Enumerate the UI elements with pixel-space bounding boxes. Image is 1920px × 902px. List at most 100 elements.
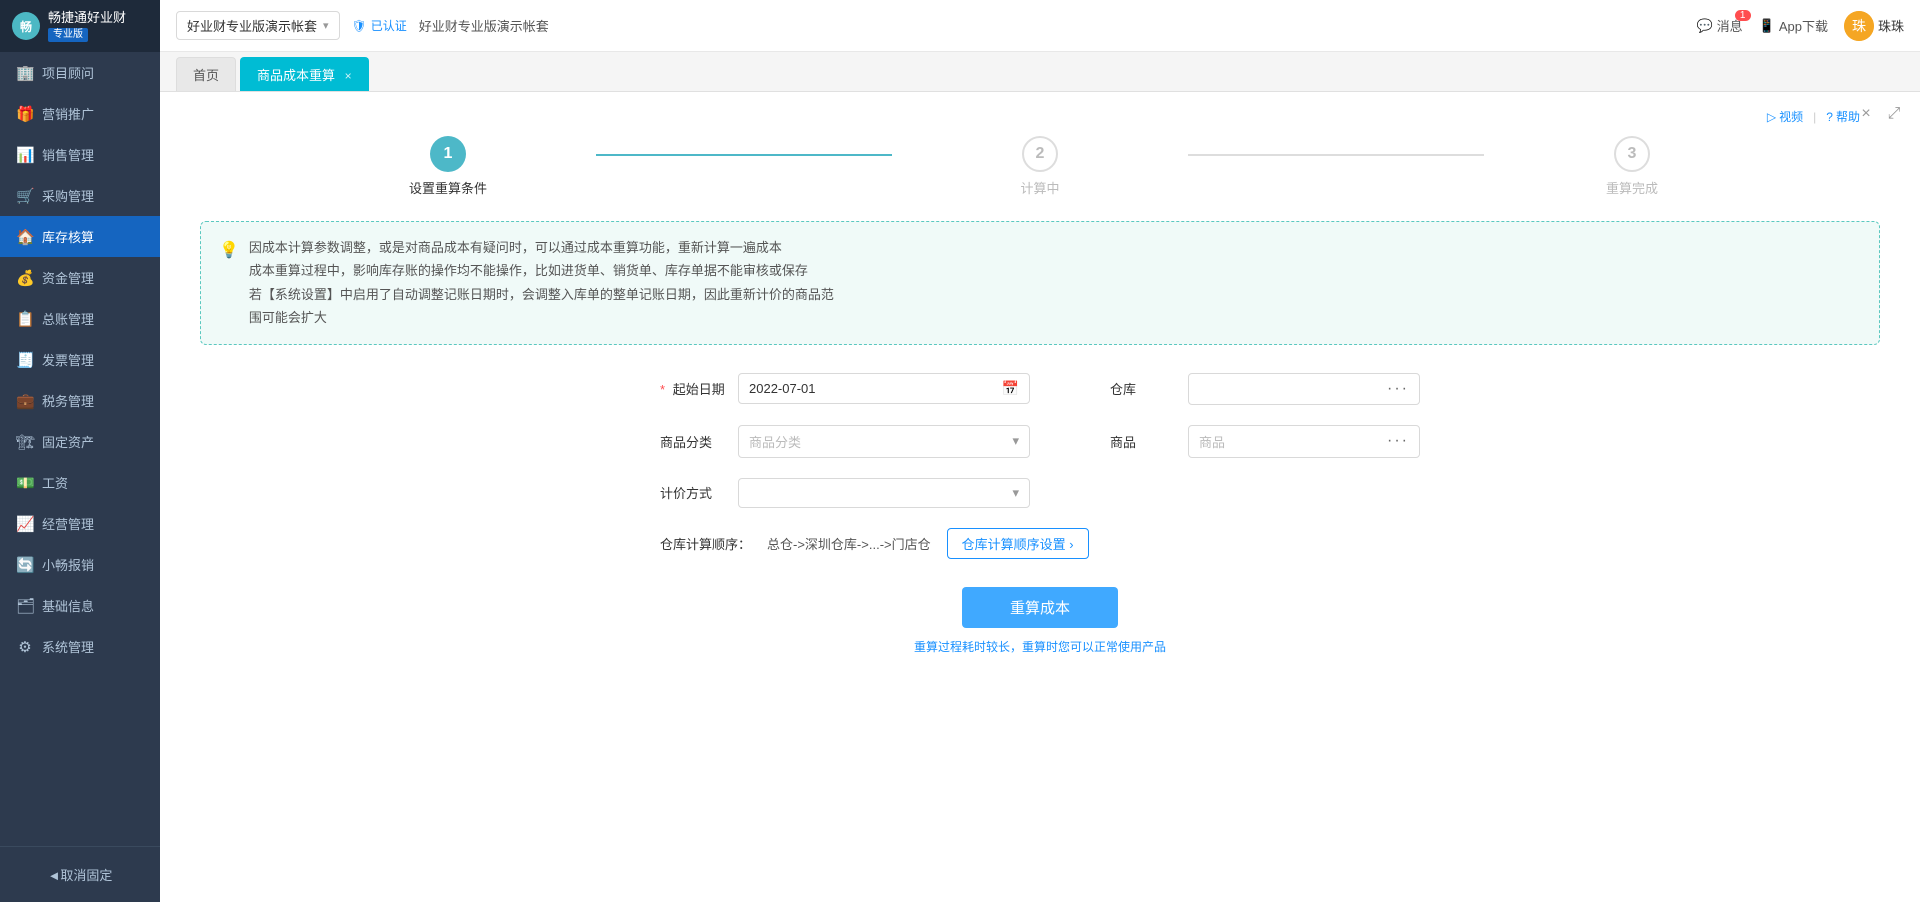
info-text: 因成本计算参数调整，或是对商品成本有疑问时，可以通过成本重算功能，重新计算一遍成…	[249, 236, 834, 330]
logo-text: 畅捷通好业财 专业版	[48, 10, 126, 43]
step-line-2	[1188, 154, 1484, 156]
assets-icon: 🏗	[16, 433, 34, 451]
accounting-icon: 📋	[16, 310, 34, 328]
warehouse-group: 仓库 ···	[1050, 373, 1420, 405]
goods-group: 商品 商品 ···	[1050, 425, 1420, 458]
sidebar-item-tax[interactable]: 💼 税务管理	[0, 380, 160, 421]
sidebar-item-finance[interactable]: 💰 资金管理	[0, 257, 160, 298]
form-row-1: * 起始日期 2022-07-01 📅 仓库 ···	[660, 373, 1420, 405]
step-1-circle: 1	[430, 136, 466, 172]
app-download-button[interactable]: 📱 App下载	[1759, 16, 1828, 35]
goods-input[interactable]: 商品 ···	[1188, 425, 1420, 458]
sidebar-bottom: ◄取消固定	[0, 846, 160, 902]
message-badge: 1	[1735, 10, 1751, 21]
phone-icon: 📱	[1759, 18, 1775, 34]
pricing-label: 计价方式	[660, 483, 730, 502]
avatar: 珠	[1844, 11, 1874, 41]
form-row-2: 商品分类 商品分类 ▾ 商品 商品 ···	[660, 425, 1420, 458]
sidebar-item-invoice[interactable]: 🧾 发票管理	[0, 339, 160, 380]
recalc-section: 重算成本 重算过程耗时较长，重算时您可以正常使用产品	[660, 587, 1420, 655]
start-date-input[interactable]: 2022-07-01 📅	[738, 373, 1030, 404]
step-2-circle: 2	[1022, 136, 1058, 172]
sidebar-item-expense[interactable]: 🔄 小畅报销	[0, 544, 160, 585]
warehouse-order-value: 总仓->深圳仓库->...->门店仓	[767, 534, 931, 553]
message-icon: 💬	[1696, 18, 1712, 34]
marketing-icon: 🎁	[16, 105, 34, 123]
basic-icon: 🗂	[16, 597, 34, 615]
warehouse-order-row: 仓库计算顺序： 总仓->深圳仓库->...->门店仓 仓库计算顺序设置 ›	[660, 528, 1420, 559]
main-area: 好业财专业版演示帐套 ▾ 🛡 已认证 好业财专业版演示帐套 💬 消息 1 📱 A…	[160, 0, 1920, 902]
tab-cost-recalc[interactable]: 商品成本重算 ×	[240, 57, 369, 91]
chevron-down-icon: ▾	[323, 19, 329, 32]
step-2-label: 计算中	[1020, 178, 1059, 197]
message-button[interactable]: 💬 消息 1	[1696, 16, 1742, 35]
shield-icon: 🛡	[352, 19, 367, 33]
svg-text:珠: 珠	[1852, 18, 1866, 34]
payroll-icon: 💵	[16, 474, 34, 492]
project-icon: 🏢	[16, 64, 34, 82]
sidebar-item-project[interactable]: 🏢 项目顾问	[0, 52, 160, 93]
account-display-name: 好业财专业版演示帐套	[419, 16, 549, 35]
sidebar-item-inventory[interactable]: 🏠 库存核算	[0, 216, 160, 257]
warehouse-input[interactable]: ···	[1188, 373, 1420, 405]
start-date-group: * 起始日期 2022-07-01 📅	[660, 373, 1030, 404]
goods-label: 商品	[1110, 432, 1180, 451]
info-box: 💡 因成本计算参数调整，或是对商品成本有疑问时，可以通过成本重算功能，重新计算一…	[200, 221, 1880, 345]
sidebar-item-operations[interactable]: 📈 经营管理	[0, 503, 160, 544]
help-links: ▷ 视频 | ? 帮助	[1767, 108, 1860, 125]
warehouse-order-label: 仓库计算顺序：	[660, 534, 751, 553]
info-icon: 💡	[219, 237, 239, 330]
logo-icon: 畅	[12, 12, 40, 40]
header-right: 💬 消息 1 📱 App下载 珠 珠珠	[1696, 11, 1904, 41]
inventory-icon: 🏠	[16, 228, 34, 246]
form-row-3: 计价方式 ▾	[660, 478, 1420, 508]
sidebar-item-accounting[interactable]: 📋 总账管理	[0, 298, 160, 339]
tab-close-icon[interactable]: ×	[345, 69, 352, 83]
help-link[interactable]: ? 帮助	[1826, 108, 1860, 125]
help-icon: ?	[1826, 110, 1833, 124]
video-link[interactable]: ▷ 视频	[1767, 108, 1803, 125]
dots-icon-goods: ···	[1387, 432, 1409, 450]
invoice-icon: 🧾	[16, 351, 34, 369]
step-3-circle: 3	[1614, 136, 1650, 172]
calendar-icon: 📅	[1002, 380, 1019, 397]
expense-icon: 🔄	[16, 556, 34, 574]
category-select[interactable]: 商品分类 ▾	[738, 425, 1030, 458]
warehouse-order-settings-button[interactable]: 仓库计算顺序设置 ›	[947, 528, 1089, 559]
top-header: 好业财专业版演示帐套 ▾ 🛡 已认证 好业财专业版演示帐套 💬 消息 1 📱 A…	[160, 0, 1920, 52]
tab-home[interactable]: 首页	[176, 57, 236, 91]
sidebar-item-assets[interactable]: 🏗 固定资产	[0, 421, 160, 462]
sidebar-item-purchase[interactable]: 🛒 采购管理	[0, 175, 160, 216]
window-controls: × ⤢	[1856, 104, 1904, 124]
sidebar-menu: 🏢 项目顾问 🎁 营销推广 📊 销售管理 🛒 采购管理 🏠 库存核算 💰 资金管…	[0, 52, 160, 846]
sidebar-item-payroll[interactable]: 💵 工资	[0, 462, 160, 503]
sidebar-item-system[interactable]: ⚙ 系统管理	[0, 626, 160, 667]
sidebar-item-sales[interactable]: 📊 销售管理	[0, 134, 160, 175]
content-area: ▷ 视频 | ? 帮助 × ⤢ 1 设置重算条件	[160, 92, 1920, 902]
step-3: 3 重算完成	[1484, 136, 1780, 197]
step-2: 2 计算中	[892, 136, 1188, 197]
sidebar: 畅 畅捷通好业财 专业版 🏢 项目顾问 🎁 营销推广 📊 销售管理 🛒 采购管理…	[0, 0, 160, 902]
user-menu[interactable]: 珠 珠珠	[1844, 11, 1904, 41]
sidebar-logo: 畅 畅捷通好业财 专业版	[0, 0, 160, 52]
play-icon: ▷	[1767, 110, 1776, 124]
finance-icon: 💰	[16, 269, 34, 287]
maximize-window-button[interactable]: ⤢	[1884, 104, 1904, 124]
pricing-select[interactable]: ▾	[738, 478, 1030, 508]
sidebar-item-basic[interactable]: 🗂 基础信息	[0, 585, 160, 626]
warehouse-label: 仓库	[1110, 379, 1180, 398]
chevron-down-icon: ▾	[1012, 433, 1019, 449]
step-line-1	[596, 154, 892, 156]
stepper: 1 设置重算条件 2 计算中 3 重算完成	[200, 136, 1880, 197]
operations-icon: 📈	[16, 515, 34, 533]
account-selector[interactable]: 好业财专业版演示帐套 ▾	[176, 11, 340, 40]
recalc-button[interactable]: 重算成本	[962, 587, 1118, 628]
step-3-label: 重算完成	[1606, 178, 1658, 197]
close-window-button[interactable]: ×	[1856, 104, 1876, 124]
cancel-pin-button[interactable]: ◄取消固定	[0, 855, 160, 894]
sidebar-item-marketing[interactable]: 🎁 营销推广	[0, 93, 160, 134]
dots-icon: ···	[1387, 380, 1409, 398]
category-group: 商品分类 商品分类 ▾	[660, 425, 1030, 458]
step-1-label: 设置重算条件	[409, 178, 487, 197]
sales-icon: 📊	[16, 146, 34, 164]
